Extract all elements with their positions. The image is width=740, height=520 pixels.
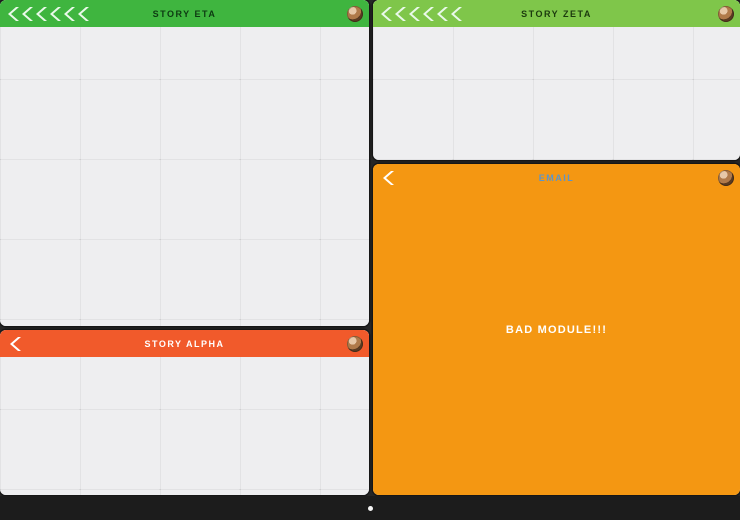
- panel-header-story-zeta[interactable]: STORY ZETA: [373, 0, 740, 27]
- error-message: BAD MODULE!!!: [506, 324, 607, 336]
- back-chevrons[interactable]: [4, 0, 94, 27]
- back-chevrons[interactable]: [377, 164, 397, 191]
- avatar[interactable]: [718, 170, 734, 186]
- panel-header-email[interactable]: EMAIL: [373, 164, 740, 191]
- panel-title: EMAIL: [373, 173, 740, 183]
- chevron-left-icon: [377, 5, 467, 23]
- panel-body-email: BAD MODULE!!!: [373, 164, 740, 495]
- panel-email[interactable]: BAD MODULE!!! EMAIL: [373, 164, 740, 495]
- panel-story-eta[interactable]: STORY ETA: [0, 0, 369, 326]
- chevron-left-icon: [4, 335, 24, 353]
- panel-story-zeta[interactable]: STORY ZETA: [373, 0, 740, 160]
- panel-background: [0, 0, 369, 326]
- bottom-bar: [0, 496, 740, 520]
- back-chevrons[interactable]: [4, 330, 24, 357]
- back-chevrons[interactable]: [377, 0, 467, 27]
- panel-story-alpha[interactable]: STORY ALPHA: [0, 330, 369, 495]
- panel-header-story-eta[interactable]: STORY ETA: [0, 0, 369, 27]
- chevron-left-icon: [4, 5, 94, 23]
- page-indicator-dot[interactable]: [368, 506, 373, 511]
- panel-header-story-alpha[interactable]: STORY ALPHA: [0, 330, 369, 357]
- avatar[interactable]: [347, 6, 363, 22]
- panel-title: STORY ALPHA: [0, 339, 369, 349]
- avatar[interactable]: [718, 6, 734, 22]
- avatar[interactable]: [347, 336, 363, 352]
- app-stage: STORY ETA STORY ZETA: [0, 0, 740, 520]
- chevron-left-icon: [377, 169, 397, 187]
